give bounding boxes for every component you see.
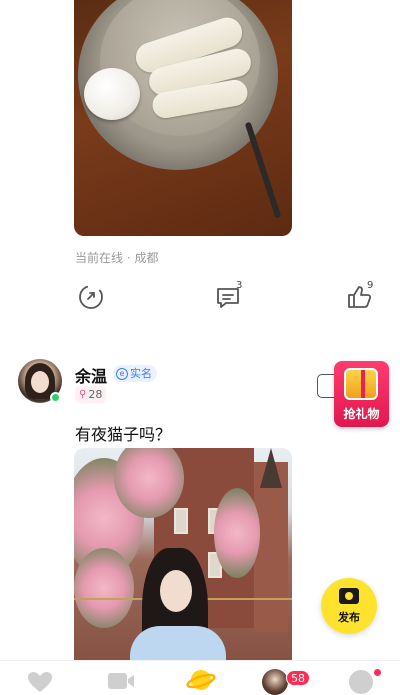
like-button[interactable]: 9	[345, 280, 375, 313]
person-face	[160, 570, 192, 612]
verified-icon: e	[116, 367, 128, 380]
tab-planet-icon[interactable]	[186, 666, 216, 694]
key-icon: ⚲	[79, 389, 87, 400]
share-arrow-icon	[79, 285, 103, 309]
share-button[interactable]	[77, 283, 107, 313]
tab-heart-icon[interactable]	[27, 671, 53, 693]
publish-button[interactable]: 发布	[321, 578, 377, 634]
post-actions: 3 9	[0, 280, 400, 315]
boiled-egg	[84, 68, 140, 120]
camera-icon	[339, 588, 359, 604]
online-status-dot	[50, 392, 61, 403]
grab-gift-label: 抢礼物	[343, 407, 380, 421]
gift-box-icon	[344, 368, 378, 400]
tab-video-icon[interactable]	[107, 671, 135, 691]
publish-label: 发布	[338, 611, 360, 624]
online-location-text: 当前在线 · 成都	[75, 251, 159, 265]
username[interactable]: 余温	[75, 363, 107, 387]
post-image-photo[interactable]	[74, 448, 292, 695]
comment-button[interactable]: 3	[214, 280, 244, 313]
church-spire	[260, 448, 282, 488]
tab-messages-avatar[interactable]	[262, 669, 288, 695]
bottom-tab-bar	[0, 660, 400, 695]
app-screen: 当前在线 · 成都 3 9 余温 e 实名 ⚲ 28 抢礼物 有夜猫子吗？ 发布…	[0, 0, 400, 695]
verified-label: 实名	[130, 367, 152, 380]
comment-count: 3	[236, 280, 243, 291]
post-text: 有夜猫子吗？	[75, 425, 172, 444]
chopstick	[244, 121, 282, 219]
tab-profile-icon[interactable]	[349, 670, 373, 694]
messages-badge: 58	[286, 670, 310, 686]
grab-gift-button[interactable]: 抢礼物	[334, 361, 389, 427]
level-value: 28	[88, 388, 103, 401]
level-badge: ⚲ 28	[75, 386, 107, 403]
profile-notification-dot	[374, 669, 381, 676]
verified-badge: e 实名	[113, 365, 157, 382]
post-image-food[interactable]	[74, 0, 292, 236]
like-count: 9	[367, 280, 374, 291]
